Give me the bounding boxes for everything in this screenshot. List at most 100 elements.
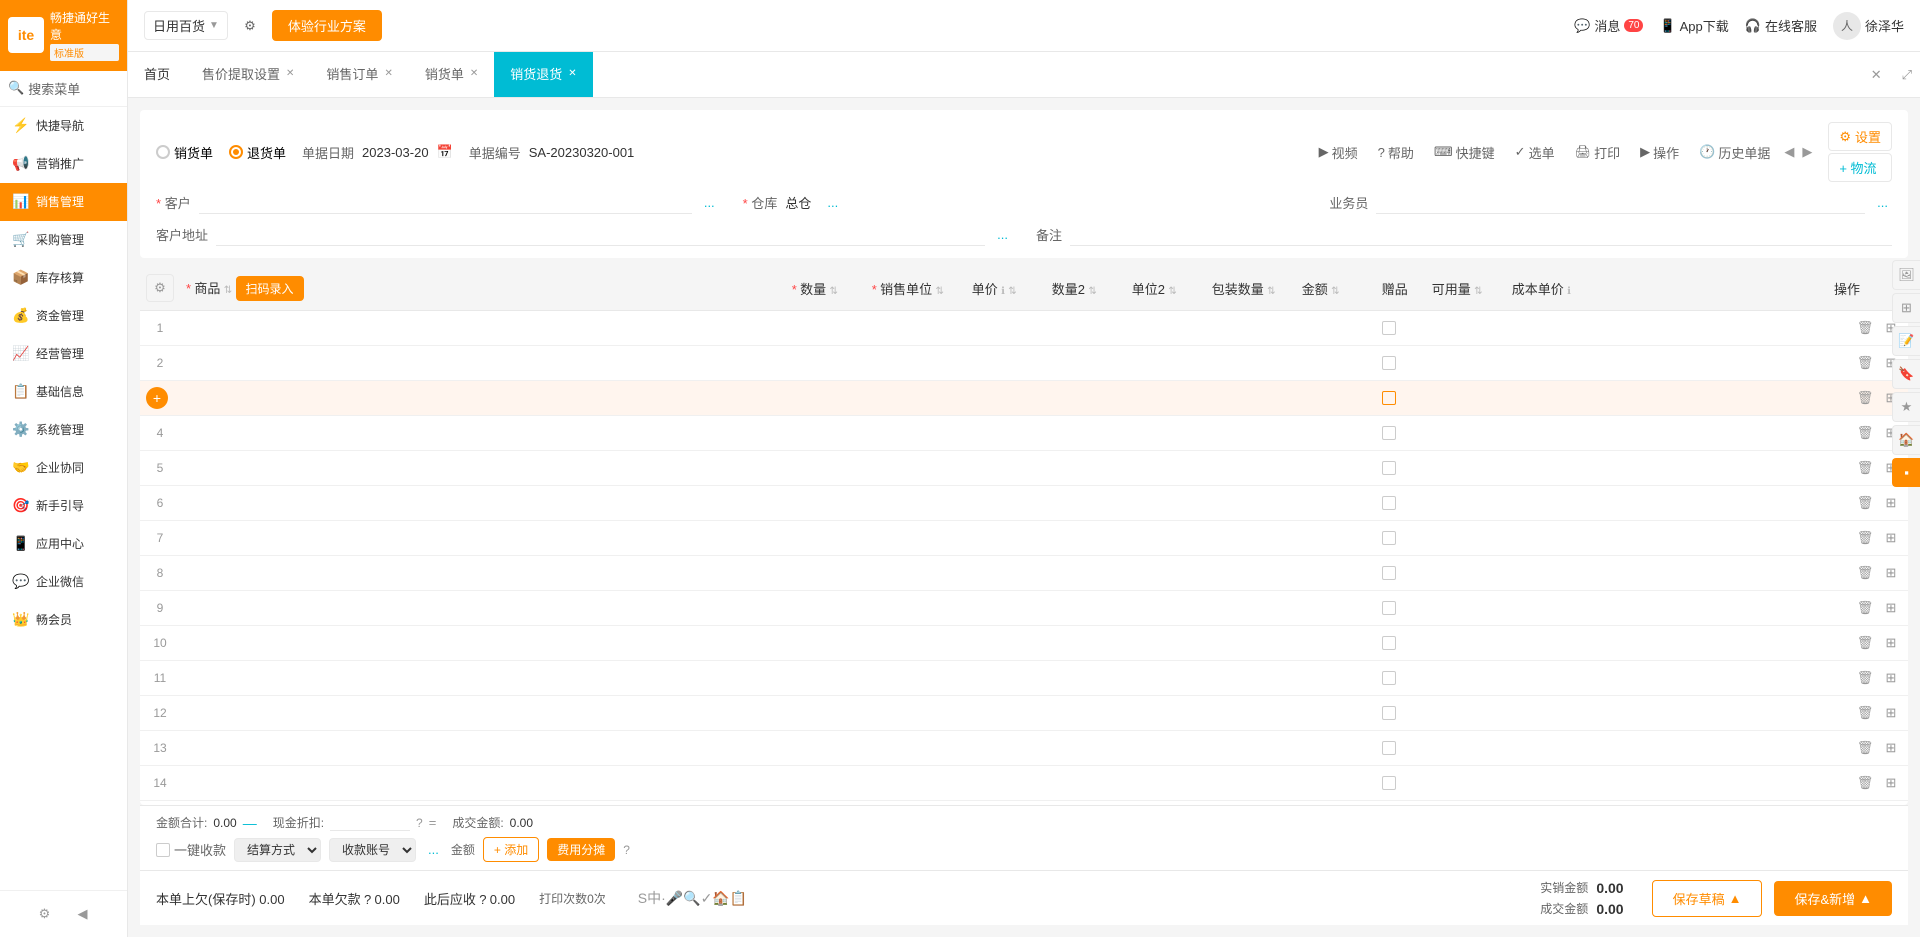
delete-row-btn[interactable]: 🗑 — [1854, 667, 1876, 689]
delete-row-btn[interactable]: 🗑 — [1854, 457, 1876, 479]
tab-sales-return-close[interactable]: ✕ — [568, 68, 576, 79]
product-sort-icon[interactable]: ⇅ — [224, 285, 232, 296]
tab-close-all[interactable]: ✕ — [1859, 67, 1894, 83]
sales-unit-cell[interactable] — [866, 381, 966, 416]
radio-return[interactable]: 退货单 — [229, 143, 286, 162]
scan-button[interactable]: 扫码录入 — [236, 276, 304, 301]
unit-price-cell[interactable] — [966, 381, 1046, 416]
shortcut-btn[interactable]: ⌨ 快捷键 — [1428, 140, 1501, 165]
gift-checkbox[interactable] — [1382, 461, 1396, 475]
delete-row-btn[interactable]: 🗑 — [1854, 737, 1876, 759]
copy-row-btn[interactable]: ⊞ — [1880, 667, 1902, 689]
amount-cell[interactable] — [1296, 346, 1376, 381]
debt-icon[interactable]: ? — [364, 892, 371, 907]
quick-bookmark-btn[interactable]: 🔖 — [1892, 359, 1920, 389]
receivable-icon[interactable]: ? — [479, 892, 486, 907]
amount-cell[interactable] — [1296, 311, 1376, 346]
quick-active-panel-btn[interactable]: ▪ — [1892, 458, 1920, 487]
staff-input[interactable] — [1376, 190, 1865, 214]
gift-checkbox[interactable] — [1382, 566, 1396, 580]
sidebar-search[interactable]: 🔍 搜索菜单 — [0, 71, 127, 107]
save-new-button[interactable]: 保存&新增 ▲ — [1774, 881, 1892, 916]
copy-row-btn[interactable]: ⊞ — [1880, 597, 1902, 619]
sidebar-item-inventory[interactable]: 📦 库存核算 — [0, 259, 127, 297]
quantity-cell[interactable] — [786, 346, 866, 381]
operate-btn[interactable]: ▶ 操作 — [1634, 140, 1685, 165]
sales-unit-cell[interactable] — [866, 311, 966, 346]
sidebar-item-apps[interactable]: 📱 应用中心 — [0, 525, 127, 563]
delete-row-btn[interactable]: 🗑 — [1854, 492, 1876, 514]
select-btn[interactable]: ✓ 选单 — [1509, 140, 1561, 165]
question-icon[interactable]: ? — [416, 816, 423, 830]
unit-price-info-icon[interactable]: ℹ — [1001, 286, 1005, 297]
sidebar-item-purchase[interactable]: 🛒 采购管理 — [0, 221, 127, 259]
delete-row-btn[interactable]: 🗑 — [1854, 702, 1876, 724]
prev-record-btn[interactable]: ◀ — [1784, 144, 1794, 160]
sidebar-item-finance[interactable]: 💰 资金管理 — [0, 297, 127, 335]
tab-home[interactable]: 首页 — [128, 52, 186, 97]
tab-maximize[interactable]: ⤢ — [1894, 67, 1920, 83]
unit-price-cell[interactable] — [966, 346, 1046, 381]
tab-sales-return[interactable]: 销货退货 ✕ — [494, 52, 592, 97]
available-cell[interactable] — [1426, 311, 1506, 346]
discount-input[interactable] — [330, 815, 410, 831]
calendar-icon[interactable]: 📅 — [437, 144, 453, 160]
one-click-collect-checkbox[interactable]: 一键收款 — [156, 840, 226, 859]
remarks-input[interactable] — [1070, 222, 1892, 246]
add-payment-btn[interactable]: + 添加 — [483, 837, 539, 862]
copy-row-btn[interactable]: ⊞ — [1880, 702, 1902, 724]
address-input[interactable] — [216, 222, 985, 246]
gift-checkbox[interactable] — [1382, 531, 1396, 545]
gift-checkbox[interactable] — [1382, 601, 1396, 615]
cost-unit-cell[interactable] — [1506, 346, 1828, 381]
gift-checkbox[interactable] — [1382, 671, 1396, 685]
sidebar-item-wechat[interactable]: 💬 企业微信 — [0, 563, 127, 601]
sidebar-item-shortcuts[interactable]: ⚡ 快捷导航 — [0, 107, 127, 145]
add-logistics-btn[interactable]: + 物流 — [1828, 153, 1892, 182]
unit2-cell[interactable] — [1126, 311, 1206, 346]
gift-checkbox[interactable] — [1382, 706, 1396, 720]
next-record-btn[interactable]: ▶ — [1802, 144, 1812, 160]
available-cell[interactable] — [1426, 346, 1506, 381]
tab-price-close[interactable]: ✕ — [286, 68, 294, 79]
fee-split-btn[interactable]: 费用分摊 — [547, 838, 615, 861]
collect-checkbox[interactable] — [156, 843, 170, 857]
package-qty-cell[interactable] — [1206, 381, 1296, 416]
radio-sales[interactable]: 销货单 — [156, 143, 213, 162]
quick-table-btn[interactable]: ⊞ — [1892, 293, 1920, 323]
gift-checkbox[interactable] — [1382, 776, 1396, 790]
gift-checkbox[interactable] — [1382, 321, 1396, 335]
gift-checkbox[interactable] — [1382, 426, 1396, 440]
delete-row-btn[interactable]: 🗑 — [1854, 632, 1876, 654]
customer-dots-btn[interactable]: ... — [700, 193, 719, 212]
tab-sales-delivery-close[interactable]: ✕ — [470, 68, 478, 79]
package-qty-cell[interactable] — [1206, 311, 1296, 346]
available-cell[interactable] — [1426, 381, 1506, 416]
fee-question-icon[interactable]: ? — [623, 843, 630, 857]
tab-sales-order-close[interactable]: ✕ — [384, 68, 392, 79]
quantity2-cell[interactable] — [1046, 311, 1126, 346]
unit2-cell[interactable] — [1126, 346, 1206, 381]
cost-unit-cell[interactable] — [1506, 381, 1828, 416]
tab-price-settings[interactable]: 售价提取设置 ✕ — [186, 52, 310, 97]
sidebar-item-marketing[interactable]: 📢 营销推广 — [0, 145, 127, 183]
package-qty-cell[interactable] — [1206, 346, 1296, 381]
sidebar-item-enterprise[interactable]: 🤝 企业协同 — [0, 449, 127, 487]
settlement-select[interactable]: 结算方式 — [234, 838, 321, 862]
history-btn[interactable]: 🕐 历史单据 — [1693, 140, 1776, 165]
print-btn[interactable]: 🖨 打印 — [1569, 140, 1627, 165]
sidebar-item-newbie[interactable]: 🎯 新手引导 — [0, 487, 127, 525]
available-sort-icon[interactable]: ⇅ — [1474, 286, 1482, 297]
sidebar-item-member[interactable]: 👑 畅会员 — [0, 601, 127, 639]
delete-row-btn[interactable]: 🗑 — [1854, 597, 1876, 619]
sales-unit-cell[interactable] — [866, 346, 966, 381]
delete-row-btn[interactable]: 🗑 — [1854, 527, 1876, 549]
header-gear-btn[interactable]: ⚙ — [236, 12, 264, 40]
quantity2-cell[interactable] — [1046, 346, 1126, 381]
app-download-item[interactable]: 📱 App下载 — [1659, 16, 1728, 35]
help-btn[interactable]: ? 帮助 — [1372, 140, 1420, 165]
gift-checkbox[interactable] — [1382, 636, 1396, 650]
warehouse-dots-btn[interactable]: ... — [823, 193, 842, 212]
sidebar-item-system[interactable]: ⚙️ 系统管理 — [0, 411, 127, 449]
unit2-sort-icon[interactable]: ⇅ — [1168, 286, 1176, 297]
